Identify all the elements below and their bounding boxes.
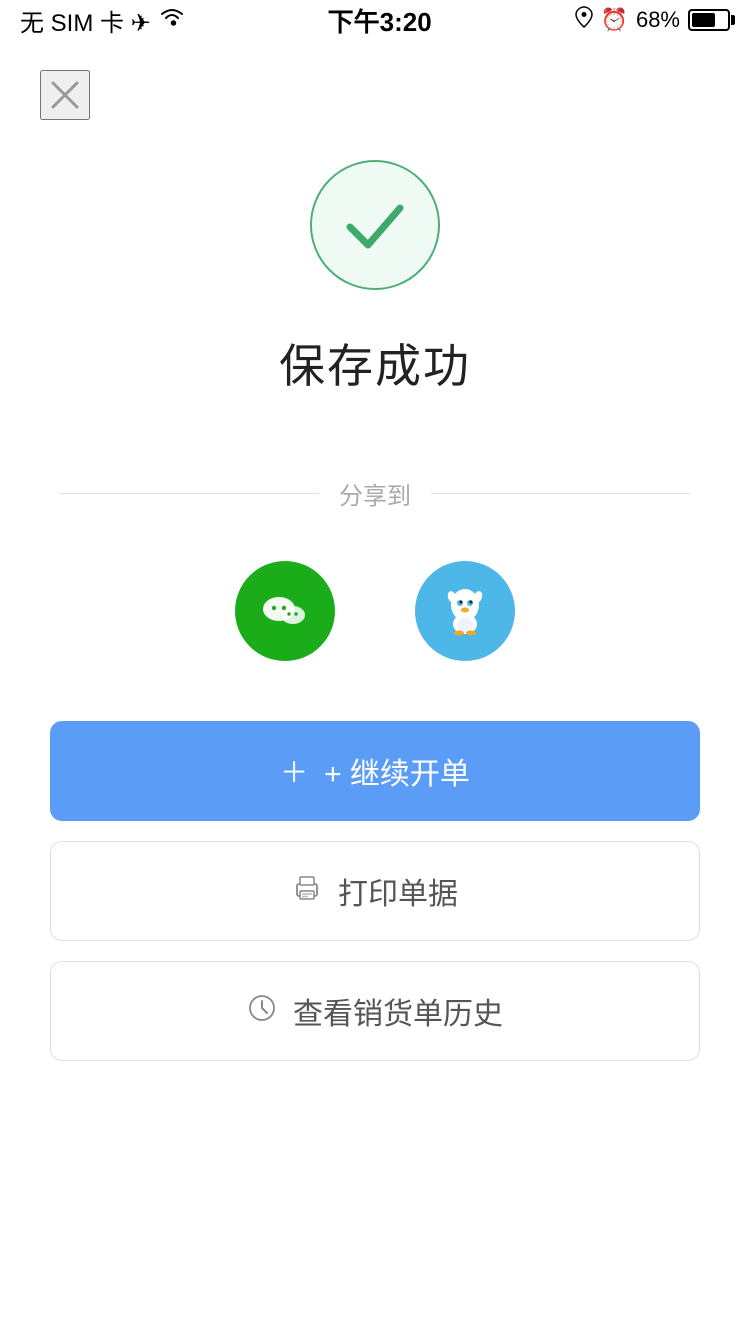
status-right: ⏰ 68%: [575, 6, 730, 34]
history-button[interactable]: 查看销货单历史: [50, 961, 700, 1061]
close-icon: [49, 79, 81, 111]
close-button[interactable]: [40, 70, 90, 120]
battery-text: 68%: [636, 7, 680, 33]
sim-text: 无 SIM 卡 ✈: [20, 3, 151, 38]
share-divider-left: [60, 493, 319, 494]
share-label: 分享到: [339, 476, 411, 511]
wechat-icon: [257, 583, 313, 639]
status-time: 下午3:20: [328, 2, 432, 39]
close-area: [0, 40, 750, 140]
status-bar: 无 SIM 卡 ✈ 下午3:20 ⏰ 68%: [0, 0, 750, 40]
success-title: 保存成功: [279, 330, 471, 396]
print-button[interactable]: 打印单据: [50, 841, 700, 941]
history-icon: [247, 993, 277, 1030]
plus-icon: ＋: [280, 751, 308, 791]
success-circle: [310, 160, 440, 290]
wifi-icon: [159, 6, 185, 34]
print-label: 打印单据: [338, 869, 458, 913]
history-label: 查看销货单历史: [293, 989, 503, 1033]
success-section: 保存成功: [0, 140, 750, 436]
battery-icon: [688, 7, 730, 33]
share-section: 分享到: [0, 436, 750, 701]
status-left: 无 SIM 卡 ✈: [20, 3, 185, 38]
location-icon: [575, 6, 593, 34]
actions-section: ＋ + 继续开单 打印单据 查看销货单历史: [0, 701, 750, 1081]
share-divider-right: [431, 493, 690, 494]
continue-order-button[interactable]: ＋ + 继续开单: [50, 721, 700, 821]
alarm-icon: ⏰: [601, 7, 628, 33]
qq-share-button[interactable]: [415, 561, 515, 661]
continue-order-label: + 继续开单: [324, 749, 470, 793]
printer-icon: [292, 874, 322, 909]
checkmark-icon: [340, 190, 410, 260]
share-icons-row: [60, 561, 690, 661]
share-divider-row: 分享到: [60, 476, 690, 511]
wechat-share-button[interactable]: [235, 561, 335, 661]
qq-icon: [437, 583, 493, 639]
